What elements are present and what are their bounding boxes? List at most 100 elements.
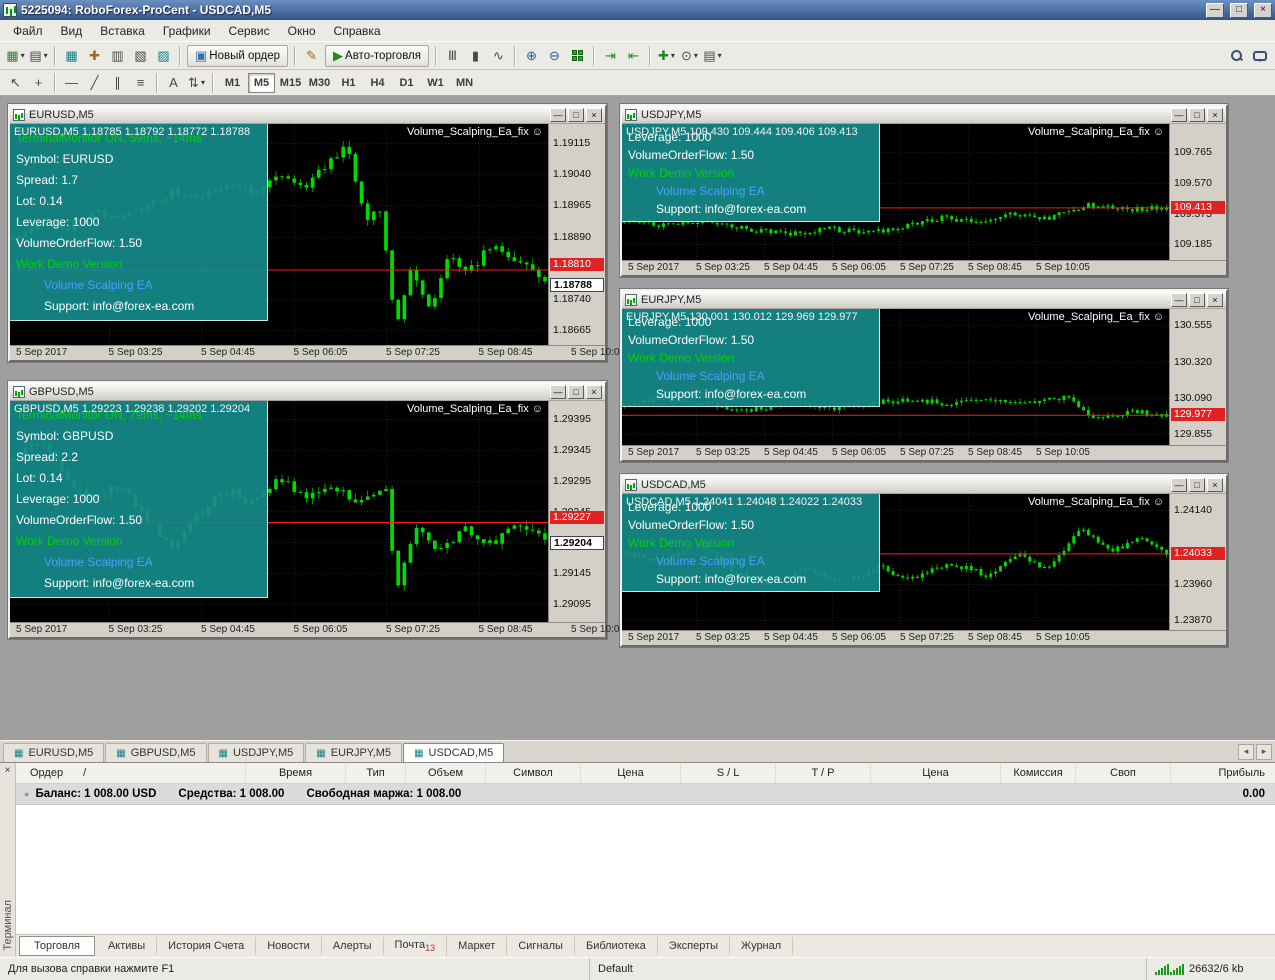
new-order-button[interactable]: ▣ Новый ордер: [187, 44, 289, 67]
menu-tools[interactable]: Сервис: [220, 21, 279, 41]
terminal-button[interactable]: ▨: [152, 45, 175, 67]
chat-button[interactable]: [1248, 45, 1271, 67]
time-axis[interactable]: 5 Sep 2017 5 Sep 03:25 5 Sep 04:45 5 Sep 06…: [10, 345, 625, 360]
chart-restore-button[interactable]: □: [568, 107, 584, 122]
timeframe-m15[interactable]: M15: [277, 73, 304, 93]
column-current-price[interactable]: Цена: [871, 763, 1001, 783]
chart-close-button[interactable]: ×: [586, 107, 602, 122]
terminal-tab-library[interactable]: Библиотека: [575, 937, 658, 955]
search-button[interactable]: [1225, 45, 1248, 67]
timeframe-h4[interactable]: H4: [364, 73, 391, 93]
chart-window-titlebar[interactable]: EURJPY,M5 — □ ×: [622, 291, 1226, 309]
fibonacci-button[interactable]: ≡: [129, 72, 152, 94]
chart-minimize-button[interactable]: —: [550, 384, 566, 399]
candlestick-chart-button[interactable]: ▮: [464, 45, 487, 67]
chart-tab-usdcad[interactable]: ▦ USDCAD,M5: [403, 743, 505, 762]
chart-minimize-button[interactable]: —: [1171, 107, 1187, 122]
market-watch-button[interactable]: ▦: [60, 45, 83, 67]
terminal-tab-journal[interactable]: Журнал: [730, 937, 794, 955]
templates-button[interactable]: ▤ ▾: [701, 45, 724, 67]
chart-minimize-button[interactable]: —: [1171, 292, 1187, 307]
periods-button[interactable]: ⊙ ▾: [678, 45, 701, 67]
menu-help[interactable]: Справка: [325, 21, 390, 41]
chart-close-button[interactable]: ×: [1207, 292, 1223, 307]
window-maximize-button[interactable]: □: [1230, 2, 1248, 18]
horizontal-line-button[interactable]: —: [60, 72, 83, 94]
chart-tab-usdjpy[interactable]: ▦ USDJPY,M5: [207, 743, 305, 762]
column-symbol[interactable]: Символ: [486, 763, 581, 783]
strategy-tester-button[interactable]: ▧: [129, 45, 152, 67]
chart-shift-button[interactable]: ⇤: [622, 45, 645, 67]
price-scale[interactable]: 109.765 109.570 109.375 109.185 109.413: [1169, 124, 1226, 260]
chart-window-usdcad[interactable]: USDCAD,M5 — □ × Leverage: 1000 VolumeOrderFlo…: [620, 474, 1228, 647]
column-open-price[interactable]: Цена: [581, 763, 681, 783]
chart-window-eurusd[interactable]: EURUSD,M5 — □ × TerminalMonitor ON, 59ms, ~1…: [8, 104, 625, 362]
trendline-button[interactable]: ╱: [83, 72, 106, 94]
timeframe-d1[interactable]: D1: [393, 73, 420, 93]
price-scale[interactable]: 1.19115 1.19040 1.18965 1.18890 1.18740 1.186…: [548, 124, 605, 345]
profiles-button[interactable]: ▤ ▾: [27, 45, 50, 67]
zoom-out-button[interactable]: ⊖: [543, 45, 566, 67]
bar-chart-button[interactable]: Ⅲ: [441, 45, 464, 67]
chart-window-titlebar[interactable]: USDJPY,M5 — □ ×: [622, 106, 1226, 124]
navigator-button[interactable]: ✚: [83, 45, 106, 67]
channel-button[interactable]: ∥: [106, 72, 129, 94]
window-minimize-button[interactable]: —: [1206, 2, 1224, 18]
timeframe-w1[interactable]: W1: [422, 73, 449, 93]
crosshair-button[interactable]: +: [27, 72, 50, 94]
terminal-tab-history[interactable]: История Счета: [157, 937, 257, 955]
zoom-in-button[interactable]: ⊕: [520, 45, 543, 67]
column-type[interactable]: Тип: [346, 763, 406, 783]
menu-file[interactable]: Файл: [4, 21, 52, 41]
chart-window-eurjpy[interactable]: EURJPY,M5 — □ × Leverage: 1000 VolumeOrderFlo…: [620, 289, 1228, 462]
indicators-button[interactable]: ✚ ▾: [655, 45, 678, 67]
column-commission[interactable]: Комиссия: [1001, 763, 1076, 783]
terminal-tab-experts[interactable]: Эксперты: [658, 937, 731, 955]
chart-minimize-button[interactable]: —: [550, 107, 566, 122]
autotrading-button[interactable]: ▶ Авто-торговля: [325, 44, 429, 67]
chart-close-button[interactable]: ×: [586, 384, 602, 399]
time-axis[interactable]: 5 Sep 2017 5 Sep 03:25 5 Sep 04:45 5 Sep 06…: [622, 630, 1226, 645]
column-time[interactable]: Время: [246, 763, 346, 783]
arrows-tool-button[interactable]: ⇅ ▾: [185, 72, 208, 94]
timeframe-mn[interactable]: MN: [451, 73, 478, 93]
price-scale[interactable]: 130.555 130.320 130.090 129.855 129.977: [1169, 309, 1226, 445]
column-order[interactable]: Ордер /: [16, 763, 246, 783]
column-sl[interactable]: S / L: [681, 763, 776, 783]
terminal-tab-news[interactable]: Новости: [256, 937, 322, 955]
chart-window-gbpusd[interactable]: GBPUSD,M5 — □ × TerminalMonitor ON, 79ms, ~1…: [8, 381, 625, 639]
terminal-tab-trade[interactable]: Торговля: [19, 936, 95, 956]
chart-restore-button[interactable]: □: [1189, 292, 1205, 307]
timeframe-h1[interactable]: H1: [335, 73, 362, 93]
menu-view[interactable]: Вид: [52, 21, 92, 41]
window-close-button[interactable]: ×: [1254, 2, 1272, 18]
terminal-close-button[interactable]: ×: [5, 765, 11, 777]
chart-plot-area[interactable]: Leverage: 1000 VolumeOrderFlow: 1.50 Work …: [622, 309, 1169, 445]
chart-window-titlebar[interactable]: EURUSD,M5 — □ ×: [10, 106, 605, 124]
menu-charts[interactable]: Графики: [154, 21, 220, 41]
chart-plot-area[interactable]: TerminalMonitor ON, 59ms, ~14ms Symbol: E…: [10, 124, 548, 345]
terminal-tab-assets[interactable]: Активы: [97, 937, 158, 955]
column-tp[interactable]: T / P: [776, 763, 871, 783]
metaeditor-button[interactable]: ✎: [300, 45, 323, 67]
chart-plot-area[interactable]: Leverage: 1000 VolumeOrderFlow: 1.50 Work …: [622, 494, 1169, 630]
tile-windows-button[interactable]: [566, 45, 589, 67]
timeframe-m5[interactable]: M5: [248, 72, 275, 93]
auto-scroll-button[interactable]: ⇥: [599, 45, 622, 67]
menu-insert[interactable]: Вставка: [91, 21, 154, 41]
chart-tab-eurjpy[interactable]: ▦ EURJPY,M5: [305, 743, 403, 762]
chart-window-usdjpy[interactable]: USDJPY,M5 — □ × Leverage: 1000 VolumeOrderFlo…: [620, 104, 1228, 277]
column-profit[interactable]: Прибыль: [1171, 763, 1275, 783]
tab-scroll-right-icon[interactable]: ▸: [1256, 743, 1272, 760]
timeframe-m30[interactable]: M30: [306, 73, 333, 93]
chart-restore-button[interactable]: □: [1189, 477, 1205, 492]
time-axis[interactable]: 5 Sep 2017 5 Sep 03:25 5 Sep 04:45 5 Sep 06…: [622, 445, 1226, 460]
menu-window[interactable]: Окно: [279, 21, 325, 41]
profile-selector[interactable]: Default: [590, 958, 1147, 980]
chart-restore-button[interactable]: □: [568, 384, 584, 399]
tab-scroll-left-icon[interactable]: ◂: [1238, 743, 1254, 760]
new-chart-button[interactable]: ▦ ▾: [4, 45, 27, 67]
chart-minimize-button[interactable]: —: [1171, 477, 1187, 492]
price-scale[interactable]: 1.24140 1.23960 1.23870 1.24033: [1169, 494, 1226, 630]
text-tool-button[interactable]: A: [162, 72, 185, 94]
